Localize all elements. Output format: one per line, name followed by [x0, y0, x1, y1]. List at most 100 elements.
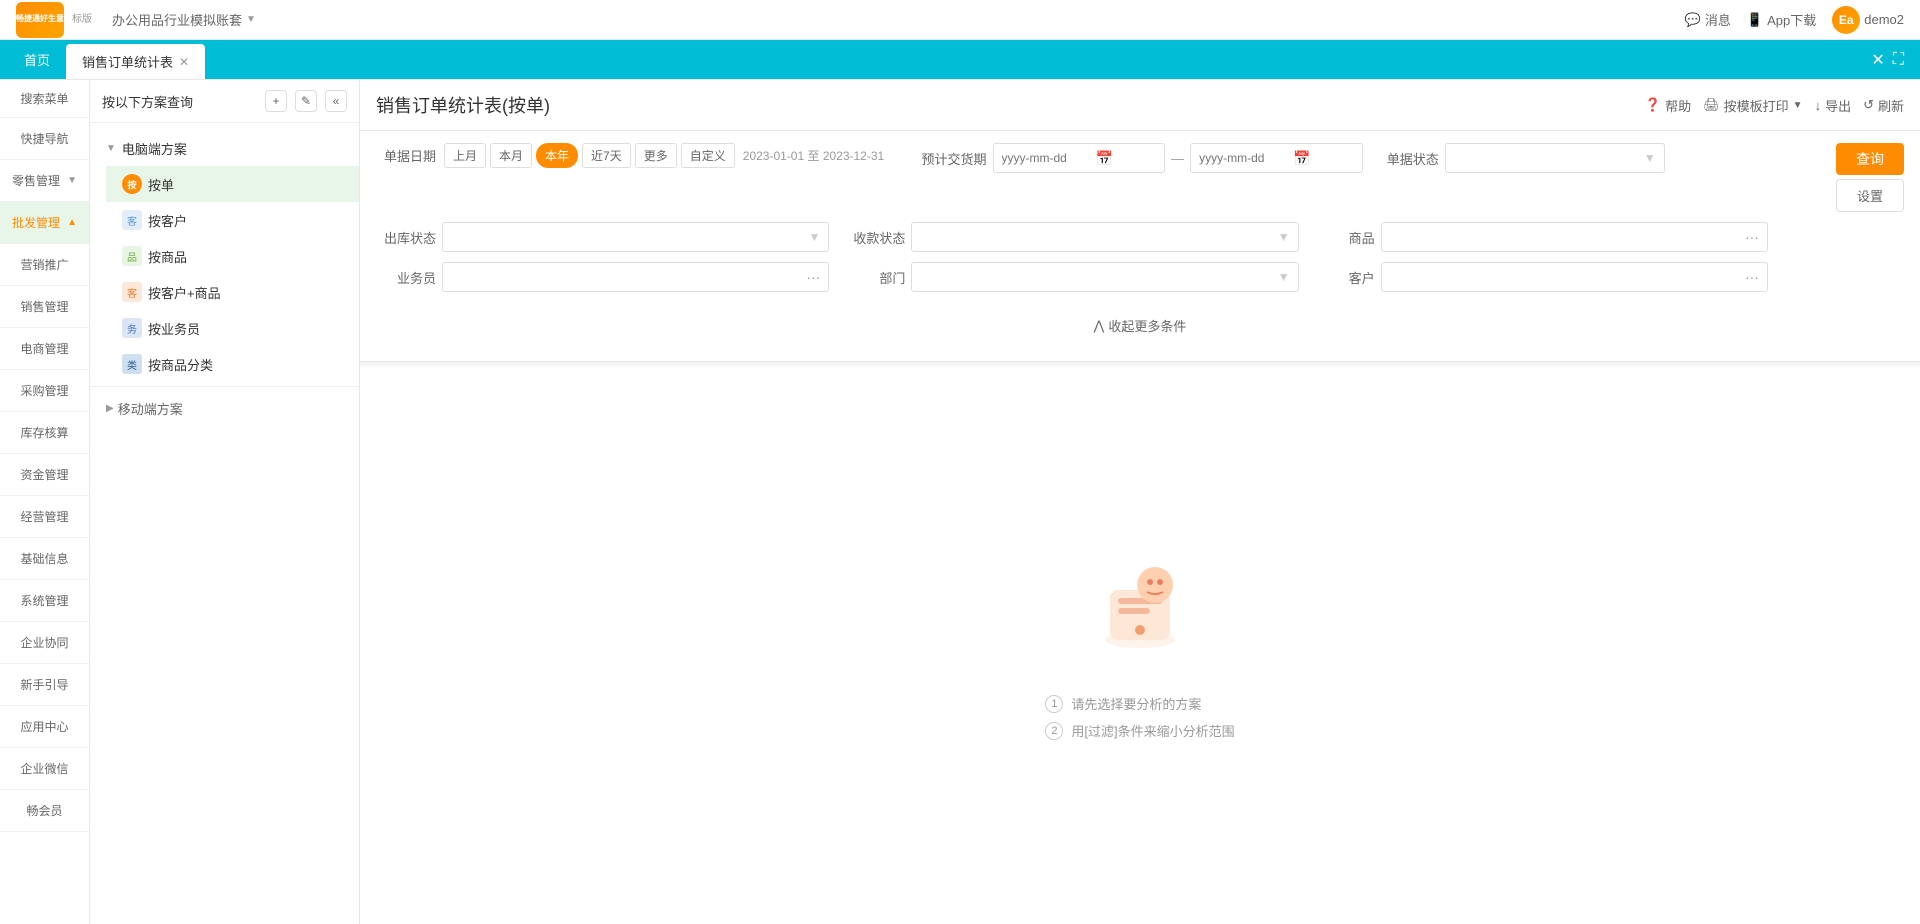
- sidebar-item-wholesale[interactable]: 批发管理 ▲: [0, 202, 89, 244]
- export-btn[interactable]: ↓ 导出: [1815, 96, 1852, 115]
- sidebar-item-purchase[interactable]: 采购管理: [0, 370, 89, 412]
- tab-sales-stat[interactable]: 销售订单统计表 ✕: [66, 44, 205, 79]
- dropdown-title: 办公用品行业模拟账套: [112, 10, 242, 29]
- print-btn[interactable]: 🖨 按模板打印 ▼: [1703, 96, 1802, 115]
- sidebar-item-appstore[interactable]: 应用中心: [0, 706, 89, 748]
- filter-row-3: 业务员 ··· 部门 ▼ 客户: [376, 262, 1904, 292]
- product-dots-icon[interactable]: ···: [1745, 229, 1759, 245]
- date-btn-last-month[interactable]: 上月: [444, 143, 486, 168]
- product-label: 商品: [1315, 228, 1375, 247]
- scheme-by-cust-prod[interactable]: 客 按客户+商品: [106, 274, 359, 310]
- window-maximize-icon[interactable]: ⛶: [1893, 51, 1904, 69]
- user-name: demo2: [1864, 12, 1904, 27]
- dropdown-area[interactable]: 办公用品行业模拟账套 ▼: [112, 10, 256, 29]
- user-menu[interactable]: Ea demo2: [1832, 6, 1904, 34]
- mobile-section-header[interactable]: ▶ 移动端方案: [90, 391, 359, 426]
- scheme-by-salesman-icon: 务: [122, 318, 142, 338]
- expected-date-start[interactable]: 📅: [993, 143, 1166, 173]
- sidebar-item-system[interactable]: 系统管理: [0, 580, 89, 622]
- scheme-by-salesman-label: 按业务员: [148, 319, 343, 338]
- scheme-by-product[interactable]: 品 按商品: [106, 238, 359, 274]
- payment-dropdown-icon: ▼: [1278, 230, 1290, 244]
- scheme-by-order[interactable]: 按 按单: [106, 166, 359, 202]
- ecommerce-label: 电商管理: [20, 340, 68, 357]
- help-btn[interactable]: ❓ 帮助: [1645, 96, 1691, 115]
- sidebar-item-finance[interactable]: 资金管理: [0, 454, 89, 496]
- window-close-icon[interactable]: ✕: [1871, 50, 1884, 70]
- query-btn[interactable]: 查询: [1836, 143, 1904, 175]
- pc-section-label: 电脑端方案: [122, 139, 187, 158]
- expected-date-start-input[interactable]: [1002, 151, 1092, 165]
- expected-date-end-input[interactable]: [1199, 151, 1289, 165]
- date-btn-this-month[interactable]: 本月: [490, 143, 532, 168]
- basic-label: 基础信息: [20, 550, 68, 567]
- app-download-btn[interactable]: 📱 App下载: [1747, 10, 1816, 29]
- expected-date-end[interactable]: 📅: [1190, 143, 1363, 173]
- tab-home[interactable]: 首页: [8, 40, 66, 79]
- status-select[interactable]: ▼: [1445, 143, 1665, 173]
- top-bar-left: 畅捷通好生意 标版 办公用品行业模拟账套 ▼: [16, 2, 256, 38]
- wholesale-arrow: ▲: [67, 217, 77, 228]
- customer-select[interactable]: ···: [1381, 262, 1768, 292]
- department-dropdown-icon: ▼: [1278, 270, 1290, 284]
- outbound-dropdown-icon: ▼: [808, 230, 820, 244]
- add-scheme-btn[interactable]: +: [265, 90, 287, 112]
- sidebar-item-member[interactable]: 畅会员: [0, 790, 89, 832]
- sidebar-item-ecommerce[interactable]: 电商管理: [0, 328, 89, 370]
- message-icon: 💬: [1685, 12, 1701, 28]
- scheme-by-category[interactable]: 类 按商品分类: [106, 346, 359, 382]
- sidebar-item-marketing[interactable]: 营销推广: [0, 244, 89, 286]
- date-btn-more[interactable]: 更多: [635, 143, 677, 168]
- retail-arrow: ▼: [67, 175, 77, 186]
- empty-steps: 1 请先选择要分析的方案 2 用[过滤]条件来缩小分析范围: [1045, 694, 1234, 740]
- outbound-select[interactable]: ▼: [442, 222, 829, 252]
- app-subtitle: 标版: [72, 14, 92, 26]
- salesman-select[interactable]: ···: [442, 262, 829, 292]
- date-btn-this-year[interactable]: 本年: [536, 143, 578, 168]
- sidebar-quicknav[interactable]: 快捷导航: [0, 118, 89, 160]
- message-btn[interactable]: 💬 消息: [1685, 10, 1731, 29]
- sidebar-search[interactable]: 搜索菜单: [0, 80, 89, 118]
- calendar-start-icon[interactable]: 📅: [1096, 150, 1113, 167]
- refresh-btn[interactable]: ↺ 刷新: [1863, 96, 1904, 115]
- date-btn-custom[interactable]: 自定义: [681, 143, 735, 168]
- product-select[interactable]: ···: [1381, 222, 1768, 252]
- header-actions: ❓ 帮助 🖨 按模板打印 ▼ ↓ 导出 ↺ 刷新: [1645, 96, 1904, 115]
- sidebar-item-wechat[interactable]: 企业微信: [0, 748, 89, 790]
- collapse-filters-btn[interactable]: ⋀ 收起更多条件: [1094, 310, 1187, 341]
- sidebar-item-newbie[interactable]: 新手引导: [0, 664, 89, 706]
- sidebar-item-enterprise[interactable]: 企业协同: [0, 622, 89, 664]
- add-icon: +: [272, 94, 279, 108]
- dropdown-arrow: ▼: [246, 14, 256, 25]
- scheme-by-category-label: 按商品分类: [148, 355, 343, 374]
- edit-scheme-btn[interactable]: ✎: [295, 90, 317, 112]
- customer-dots-icon[interactable]: ···: [1745, 269, 1759, 285]
- scheme-by-product-icon: 品: [122, 246, 142, 266]
- system-label: 系统管理: [20, 592, 68, 609]
- scheme-by-customer[interactable]: 客 按客户: [106, 202, 359, 238]
- sidebar-item-inventory[interactable]: 库存核算: [0, 412, 89, 454]
- sidebar-item-retail[interactable]: 零售管理 ▼: [0, 160, 89, 202]
- step2-text: 用[过滤]条件来缩小分析范围: [1071, 721, 1234, 740]
- message-label: 消息: [1705, 10, 1731, 29]
- department-select[interactable]: ▼: [911, 262, 1298, 292]
- top-bar: 畅捷通好生意 标版 办公用品行业模拟账套 ▼ 💬 消息 📱 App下载 Ea d…: [0, 0, 1920, 40]
- scheme-by-salesman[interactable]: 务 按业务员: [106, 310, 359, 346]
- refresh-icon: ↺: [1863, 97, 1874, 113]
- export-icon: ↓: [1815, 98, 1822, 113]
- content-area: 按以下方案查询 + ✎ « ▼ 电脑端方案: [90, 80, 1920, 924]
- sidebar-item-basic[interactable]: 基础信息: [0, 538, 89, 580]
- date-btn-7days[interactable]: 近7天: [582, 143, 631, 168]
- collapse-panel-btn[interactable]: «: [325, 90, 347, 112]
- payment-select[interactable]: ▼: [911, 222, 1298, 252]
- calendar-end-icon[interactable]: 📅: [1293, 150, 1310, 167]
- salesman-dots-icon[interactable]: ···: [806, 269, 820, 285]
- customer-filter-block: 客户 ···: [1315, 262, 1768, 292]
- sidebar-item-operation[interactable]: 经营管理: [0, 496, 89, 538]
- scheme-list: ▼ 电脑端方案 按 按单 客 按客户: [90, 123, 359, 434]
- help-icon: ❓: [1645, 97, 1661, 113]
- sidebar-item-sales[interactable]: 销售管理: [0, 286, 89, 328]
- settings-btn[interactable]: 设置: [1836, 179, 1904, 212]
- pc-section-header[interactable]: ▼ 电脑端方案: [90, 131, 359, 166]
- tab-close-btn[interactable]: ✕: [179, 55, 189, 69]
